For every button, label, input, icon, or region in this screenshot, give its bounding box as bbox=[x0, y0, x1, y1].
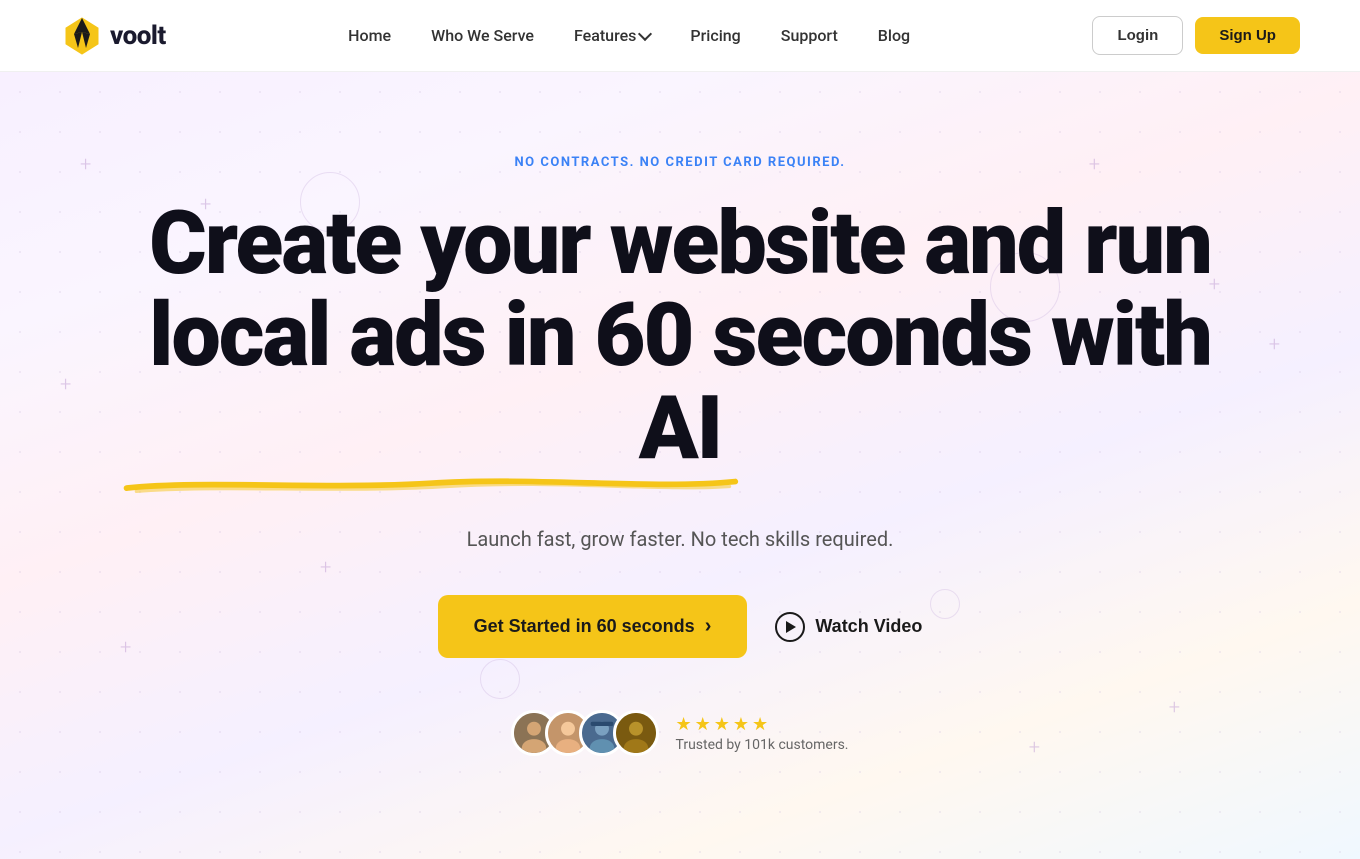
login-button[interactable]: Login bbox=[1092, 16, 1183, 55]
logo-icon bbox=[60, 14, 104, 58]
nav-links: Home Who We Serve Features Pricing Suppo… bbox=[348, 26, 910, 45]
star-rating: ★ ★ ★ ★ ★ bbox=[675, 714, 848, 735]
deco-plus-1: + bbox=[80, 152, 91, 176]
avatar-4 bbox=[613, 710, 659, 756]
hero-subtitle: Launch fast, grow faster. No tech skills… bbox=[467, 527, 894, 551]
nav-who-we-serve[interactable]: Who We Serve bbox=[431, 26, 534, 45]
signup-button[interactable]: Sign Up bbox=[1195, 17, 1300, 54]
logo-text: voolt bbox=[110, 21, 166, 51]
nav-features[interactable]: Features bbox=[574, 26, 650, 45]
hero-badge: NO CONTRACTS. NO CREDIT CARD REQUIRED. bbox=[515, 155, 846, 170]
watch-video-button[interactable]: Watch Video bbox=[775, 612, 922, 642]
arrow-icon: › bbox=[705, 615, 712, 638]
avatar-group bbox=[511, 710, 659, 756]
trusted-text: Trusted by 101k customers. bbox=[675, 737, 848, 753]
deco-plus-8: + bbox=[60, 372, 71, 396]
nav-actions: Login Sign Up bbox=[1092, 16, 1300, 55]
hero-title-line2: local ads in 60 seconds with AI bbox=[149, 284, 1211, 479]
hero-cta: Get Started in 60 seconds › Watch Video bbox=[438, 595, 923, 658]
star-5: ★ bbox=[752, 714, 768, 735]
deco-circle-4 bbox=[930, 589, 960, 619]
deco-plus-6: + bbox=[1169, 695, 1180, 719]
hero-title-line2-wrapper: local ads in 60 seconds with AI bbox=[130, 290, 1230, 475]
avatar-4-image bbox=[616, 713, 656, 753]
deco-plus-4: + bbox=[1089, 152, 1100, 176]
logo[interactable]: voolt bbox=[60, 14, 166, 58]
nav-support[interactable]: Support bbox=[781, 26, 838, 45]
star-3: ★ bbox=[714, 714, 730, 735]
navbar: voolt Home Who We Serve Features Pricing… bbox=[0, 0, 1360, 72]
hero-title-line1: Create your website and run bbox=[149, 192, 1211, 295]
hero-section: + + + + + + + + + + NO CONTRACTS. NO CRE… bbox=[0, 72, 1360, 859]
deco-plus-5: + bbox=[120, 635, 131, 659]
nav-blog[interactable]: Blog bbox=[878, 26, 910, 45]
features-chevron-icon bbox=[638, 26, 652, 40]
hero-title: Create your website and run local ads in… bbox=[130, 198, 1230, 475]
nav-home[interactable]: Home bbox=[348, 26, 391, 45]
deco-circle-2 bbox=[480, 659, 520, 699]
play-icon bbox=[775, 612, 805, 642]
nav-pricing[interactable]: Pricing bbox=[690, 26, 740, 45]
deco-plus-9: + bbox=[1269, 332, 1280, 356]
get-started-button[interactable]: Get Started in 60 seconds › bbox=[438, 595, 748, 658]
star-1: ★ bbox=[675, 714, 691, 735]
play-triangle-icon bbox=[786, 621, 796, 633]
social-proof: ★ ★ ★ ★ ★ Trusted by 101k customers. bbox=[511, 710, 848, 756]
proof-text: ★ ★ ★ ★ ★ Trusted by 101k customers. bbox=[675, 714, 848, 753]
star-4: ★ bbox=[733, 714, 749, 735]
star-2: ★ bbox=[695, 714, 711, 735]
hero-underline-svg bbox=[120, 475, 742, 493]
deco-plus-10: + bbox=[1029, 735, 1040, 759]
deco-plus-7: + bbox=[320, 555, 331, 579]
